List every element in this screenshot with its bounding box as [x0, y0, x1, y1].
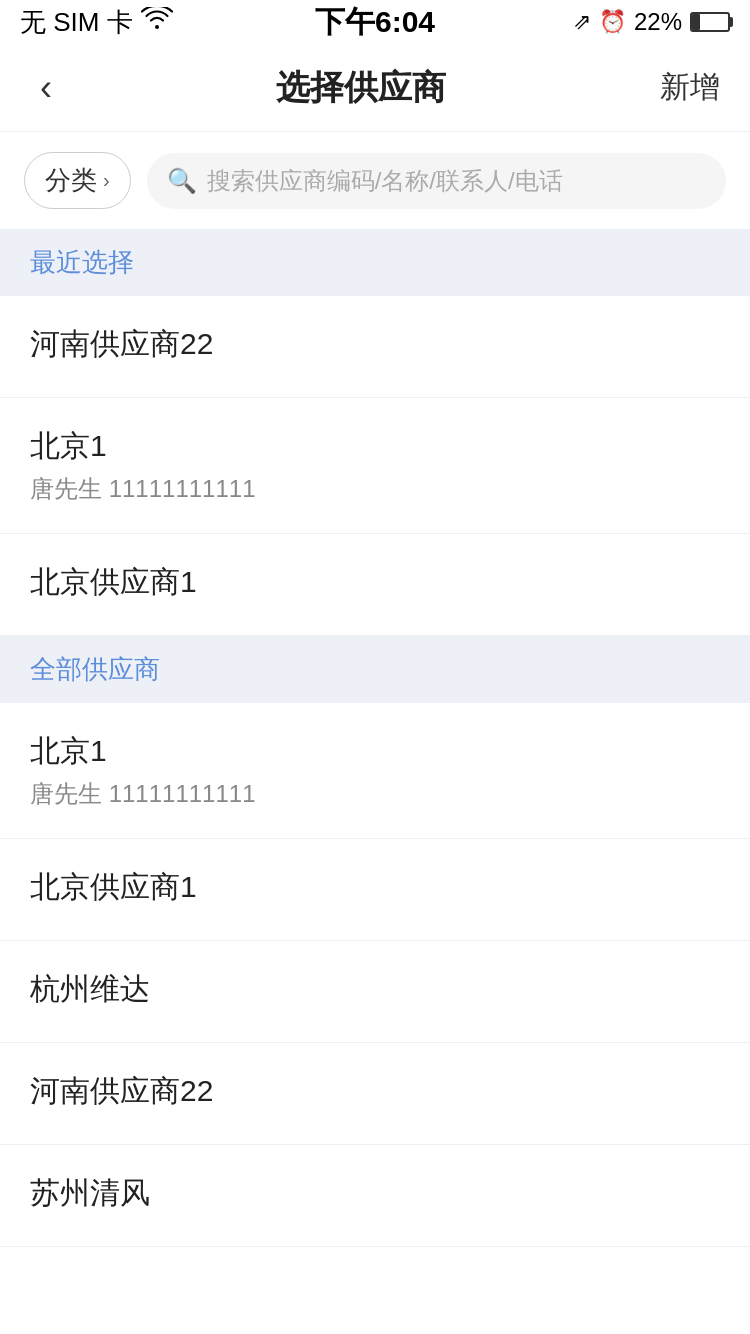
location-icon: ⇗ — [573, 9, 591, 35]
category-filter-button[interactable]: 分类 › — [24, 152, 131, 209]
list-item-name: 北京供应商1 — [30, 867, 720, 908]
section-header-text-0: 最近选择 — [30, 247, 134, 277]
battery-label: 22% — [634, 8, 682, 36]
list-item-sub: 唐先生 11111111111 — [30, 473, 720, 505]
list-item-name: 北京1 — [30, 731, 720, 772]
search-icon: 🔍 — [167, 167, 197, 195]
battery-icon — [690, 12, 730, 32]
section-header-1: 全部供应商 — [0, 636, 750, 703]
list-item[interactable]: 河南供应商22 — [0, 1043, 750, 1145]
search-placeholder: 搜索供应商编码/名称/联系人/电话 — [207, 165, 563, 197]
list-item[interactable]: 北京1 唐先生 11111111111 — [0, 398, 750, 534]
category-label: 分类 — [45, 163, 97, 198]
list-item[interactable]: 苏州清风 — [0, 1145, 750, 1247]
sim-status: 无 SIM 卡 — [20, 5, 133, 40]
alarm-icon: ⏰ — [599, 9, 626, 35]
status-bar: 无 SIM 卡 下午6:04 ⇗ ⏰ 22% — [0, 0, 750, 44]
section-header-0: 最近选择 — [0, 229, 750, 296]
list-item-name: 北京供应商1 — [30, 562, 720, 603]
status-time: 下午6:04 — [315, 2, 435, 43]
list-item-name: 杭州维达 — [30, 969, 720, 1010]
search-box[interactable]: 🔍 搜索供应商编码/名称/联系人/电话 — [147, 153, 726, 209]
nav-bar: ‹ 选择供应商 新增 — [0, 44, 750, 132]
list-item[interactable]: 河南供应商22 — [0, 296, 750, 398]
back-button[interactable]: ‹ — [30, 57, 62, 119]
chevron-right-icon: › — [103, 169, 110, 192]
list-item[interactable]: 北京供应商1 — [0, 534, 750, 636]
sections-container: 最近选择河南供应商22 北京1 唐先生 11111111111 北京供应商1 全部供应商… — [0, 229, 750, 1247]
list-item-name: 苏州清风 — [30, 1173, 720, 1214]
filter-bar: 分类 › 🔍 搜索供应商编码/名称/联系人/电话 — [0, 132, 750, 229]
add-button[interactable]: 新增 — [660, 67, 720, 108]
list-item-name: 河南供应商22 — [30, 324, 720, 365]
list-item-name: 河南供应商22 — [30, 1071, 720, 1112]
list-item[interactable]: 北京供应商1 — [0, 839, 750, 941]
wifi-icon — [141, 7, 173, 38]
section-header-text-1: 全部供应商 — [30, 654, 160, 684]
list-item[interactable]: 杭州维达 — [0, 941, 750, 1043]
list-item-name: 北京1 — [30, 426, 720, 467]
status-left: 无 SIM 卡 — [20, 5, 173, 40]
list-item-sub: 唐先生 11111111111 — [30, 778, 720, 810]
status-right: ⇗ ⏰ 22% — [573, 8, 730, 36]
page-title: 选择供应商 — [276, 65, 446, 111]
list-item[interactable]: 北京1 唐先生 11111111111 — [0, 703, 750, 839]
